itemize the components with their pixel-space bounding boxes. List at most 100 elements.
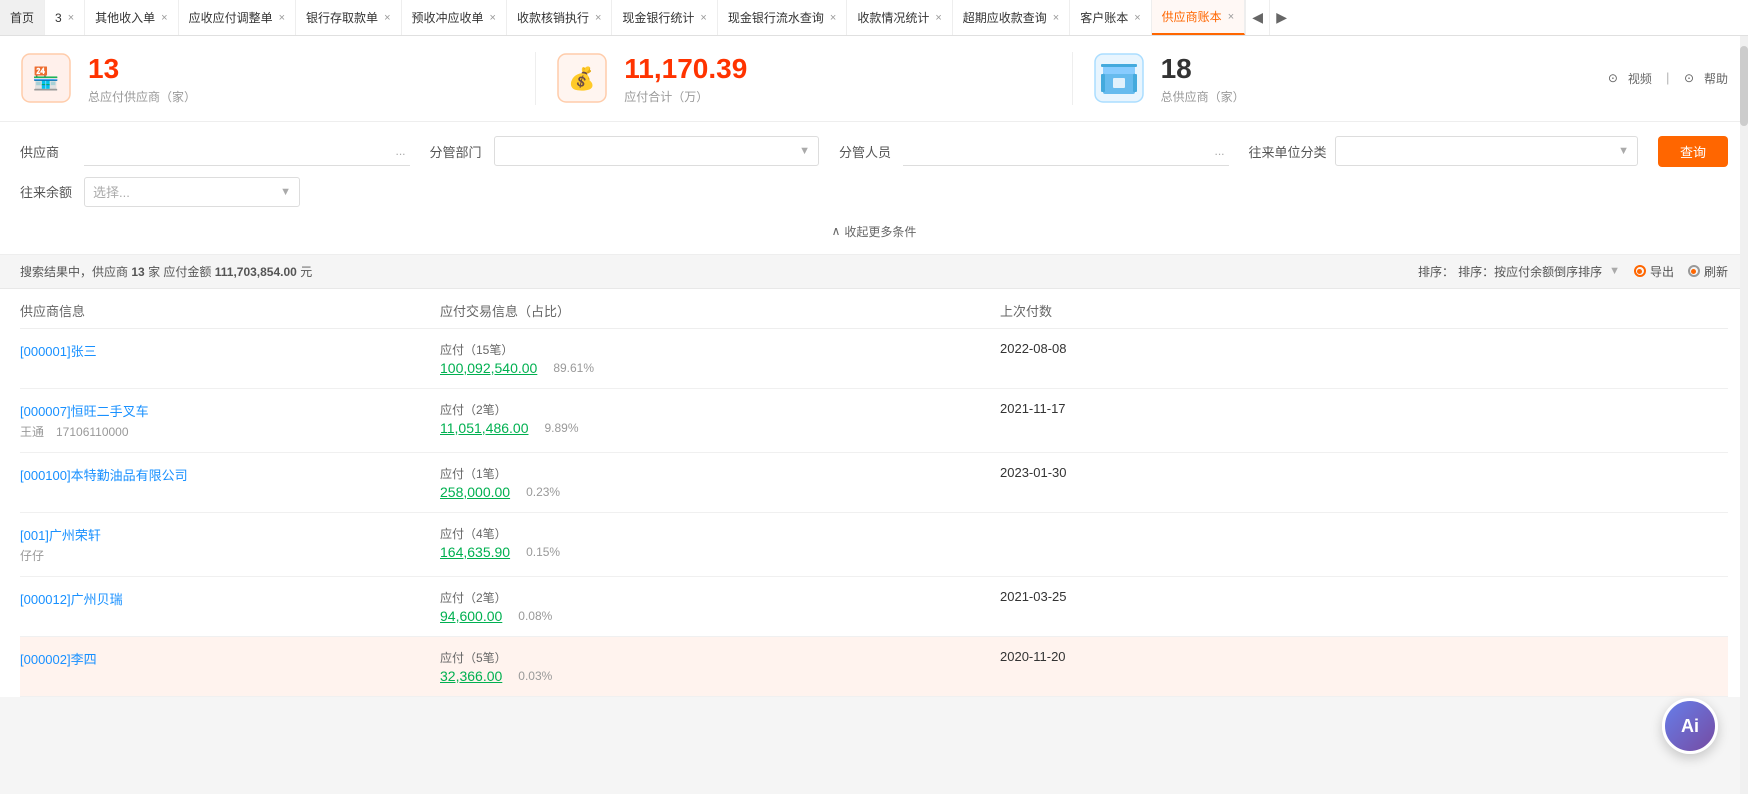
supplier-link-2[interactable]: [000007]恒旺二手叉车 (20, 404, 149, 419)
supplier-link-3[interactable]: [000100]本特勤油品有限公司 (20, 468, 188, 483)
collapse-button[interactable]: ∧ 收起更多条件 (820, 221, 929, 242)
supplier-link-5[interactable]: [000012]广州贝瑞 (20, 592, 123, 607)
supplier-contact-4: 仔仔 (20, 547, 440, 564)
tx-amount-row-5: 94,600.00 0.08% (440, 608, 1000, 624)
nav-supplier-book-label: 供应商账本 (1162, 8, 1222, 25)
collapse-bar: ∧ 收起更多条件 (20, 217, 1728, 246)
nav-advance-offset-label: 预收冲应收单 (412, 9, 484, 26)
nav-bank-deposit[interactable]: 银行存取款单 × (296, 0, 401, 35)
nav-adjust-close[interactable]: × (279, 12, 285, 24)
scrollbar[interactable] (1740, 36, 1748, 794)
ai-label: Ai (1681, 716, 1699, 737)
nav-supplier-book[interactable]: 供应商账本 × (1152, 0, 1245, 35)
filter-category: 往来单位分类 ▼ (1249, 136, 1639, 166)
category-filter-label: 往来单位分类 (1249, 142, 1327, 161)
dept-filter-select[interactable]: ▼ (494, 136, 820, 166)
nav-overdue-query-close[interactable]: × (1053, 12, 1059, 24)
nav-tab3-close[interactable]: × (68, 12, 74, 24)
category-filter-select[interactable]: ▼ (1335, 136, 1638, 166)
tx-amount-link-2[interactable]: 11,051,486.00 (440, 420, 529, 436)
nav-cash-flow[interactable]: 现金银行流水查询 × (718, 0, 847, 35)
chevron-right-icon: ▶ (1276, 9, 1287, 26)
collapse-label: 收起更多条件 (844, 223, 916, 240)
video-link[interactable]: 视频 (1628, 70, 1652, 87)
transaction-cell-6: 应付（5笔） 32,366.00 0.03% (440, 649, 1000, 684)
filter-supplier: 供应商 ... (20, 136, 410, 166)
tx-amount-row-6: 32,366.00 0.03% (440, 668, 1000, 684)
tx-amount-link-6[interactable]: 32,366.00 (440, 668, 502, 684)
scroll-thumb[interactable] (1740, 46, 1748, 126)
nav-cash-stats-close[interactable]: × (700, 12, 706, 24)
transaction-cell-5: 应付（2笔） 94,600.00 0.08% (440, 589, 1000, 624)
supplier-input-field[interactable] (88, 136, 395, 166)
sort-selector[interactable]: 排序： 排序：按应付余额倒序排序 ▼ (1418, 263, 1620, 280)
supplier-link-1[interactable]: [000001]张三 (20, 344, 97, 359)
supplier-filter-label: 供应商 (20, 142, 76, 161)
balance-filter-select[interactable]: 选择... ▼ (84, 177, 300, 207)
tx-label-6: 应付（5笔） (440, 649, 1000, 666)
tx-amount-link-1[interactable]: 100,092,540.00 (440, 360, 537, 376)
chevron-down-icon: ▼ (799, 145, 810, 157)
supplier-filter-input[interactable]: ... (84, 136, 410, 166)
nav-overdue-query[interactable]: 超期应收款查询 × (953, 0, 1070, 35)
summary-card2-text: 11,170.39 应付合计（万） (624, 52, 747, 105)
nav-next-arrow[interactable]: ▶ (1269, 0, 1293, 35)
transaction-cell-2: 应付（2笔） 11,051,486.00 9.89% (440, 401, 1000, 436)
result-amount: 111,703,854.00 (215, 265, 297, 279)
nav-advance-offset-close[interactable]: × (490, 12, 496, 24)
export-icon (1634, 265, 1646, 277)
filter-person: 分管人员 ... (839, 136, 1229, 166)
ai-button[interactable]: Ai (1662, 698, 1718, 754)
nav-supplier-book-close[interactable]: × (1228, 11, 1234, 23)
nav-prev-arrow[interactable]: ◀ (1245, 0, 1269, 35)
nav-other-income[interactable]: 其他收入单 × (85, 0, 178, 35)
nav-bank-deposit-close[interactable]: × (384, 12, 390, 24)
nav-other-income-close[interactable]: × (161, 12, 167, 24)
nav-other-income-label: 其他收入单 (95, 9, 155, 26)
nav-receipt-verify-close[interactable]: × (595, 12, 601, 24)
supplier-cell-6: [000002]李四 (20, 649, 440, 668)
nav-cash-flow-label: 现金银行流水查询 (728, 9, 824, 26)
supplier-cell-1: [000001]张三 (20, 341, 440, 360)
export-label: 导出 (1650, 263, 1674, 280)
summary-card-total-payable: 💰 11,170.39 应付合计（万） (535, 52, 1071, 105)
nav-tab3[interactable]: 3 × (45, 0, 85, 35)
sort-value: 排序：按应付余额倒序排序 (1458, 263, 1602, 280)
export-button[interactable]: 导出 (1634, 263, 1674, 280)
help-link[interactable]: 帮助 (1704, 70, 1728, 87)
tx-pct-4: 0.15% (526, 545, 560, 559)
supplier-link-6[interactable]: [000002]李四 (20, 652, 97, 667)
summary-card3-text: 18 总供应商（家） (1161, 52, 1245, 105)
supplier-link-4[interactable]: [001]广州荣轩 (20, 528, 101, 543)
nav-receipt-verify[interactable]: 收款核销执行 × (507, 0, 612, 35)
nav-customer-book-close[interactable]: × (1134, 12, 1140, 24)
nav-receipt-stats[interactable]: 收款情况统计 × (847, 0, 952, 35)
summary-amount-number: 11,170.39 (624, 52, 747, 86)
balance-filter-label: 往来余额 (20, 182, 76, 201)
nav-advance-offset[interactable]: 预收冲应收单 × (402, 0, 507, 35)
nav-cash-stats[interactable]: 现金银行统计 × (612, 0, 717, 35)
balance-select-value: 选择... (93, 182, 130, 201)
lastpay-cell-5: 2021-03-25 (1000, 589, 1728, 604)
person-filter-input[interactable]: ... (903, 136, 1229, 166)
nav-receipt-stats-close[interactable]: × (935, 12, 941, 24)
refresh-button[interactable]: 刷新 (1688, 263, 1728, 280)
supplier-cell-4: [001]广州荣轩 仔仔 (20, 525, 440, 564)
tx-amount-link-4[interactable]: 164,635.90 (440, 544, 510, 560)
nav-customer-book-label: 客户账本 (1080, 9, 1128, 26)
tx-amount-link-5[interactable]: 94,600.00 (440, 608, 502, 624)
sort-chevron-icon: ▼ (1609, 265, 1620, 277)
query-button[interactable]: 查询 (1658, 136, 1728, 167)
nav-customer-book[interactable]: 客户账本 × (1070, 0, 1151, 35)
nav-adjust[interactable]: 应收应付调整单 × (179, 0, 296, 35)
nav-home[interactable]: 首页 (0, 0, 45, 35)
tx-amount-link-3[interactable]: 258,000.00 (440, 484, 510, 500)
dept-filter-label: 分管部门 (430, 142, 486, 161)
filter-row-2: 往来余额 选择... ▼ (20, 177, 1728, 207)
summary-payable-count: 13 (88, 52, 196, 86)
nav-receipt-verify-label: 收款核销执行 (517, 9, 589, 26)
nav-cash-flow-close[interactable]: × (830, 12, 836, 24)
person-input-field[interactable] (907, 136, 1214, 166)
supplier-cell-5: [000012]广州贝瑞 (20, 589, 440, 608)
table-row: [001]广州荣轩 仔仔 应付（4笔） 164,635.90 0.15% (20, 513, 1728, 577)
